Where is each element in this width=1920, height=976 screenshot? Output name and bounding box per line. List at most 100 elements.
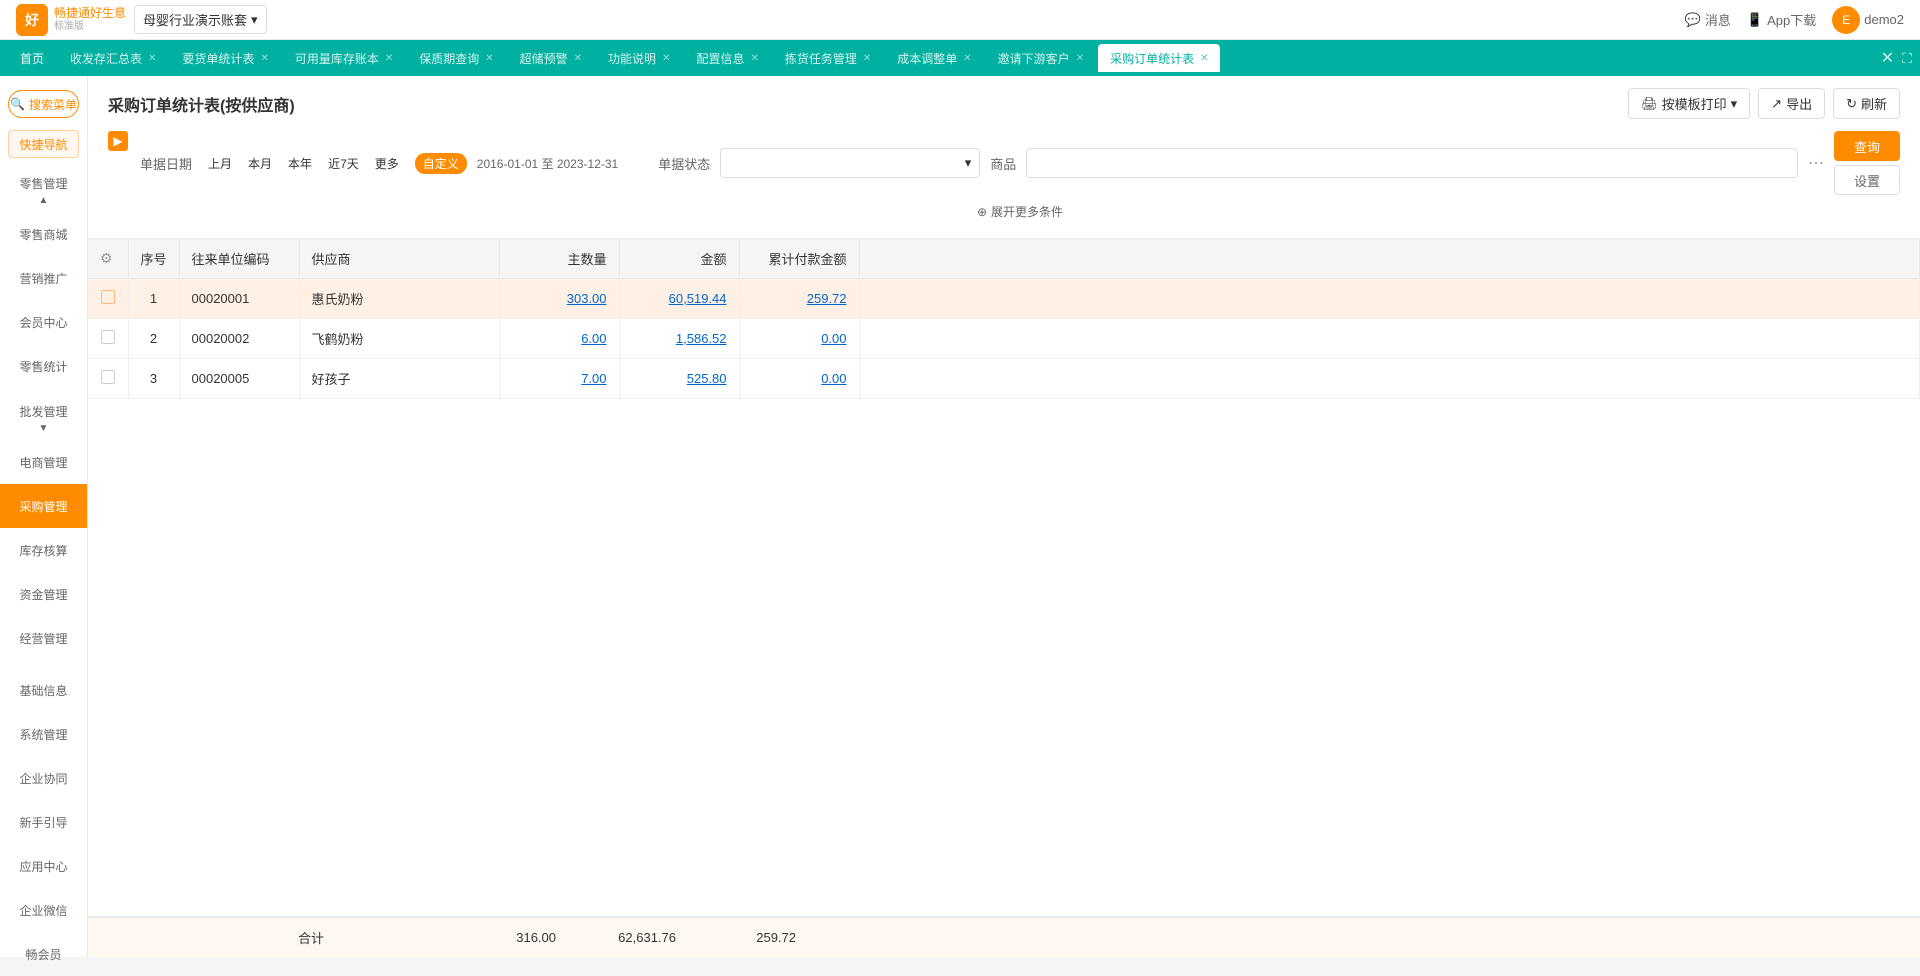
qty-link-3[interactable]: 7.00 bbox=[581, 371, 606, 386]
content-area: 采购订单统计表(按供应商) 🖨 按模板打印 ▾ ↗ 导出 ↻ 刷新 bbox=[88, 76, 1920, 957]
shortcut-7days[interactable]: 近7天 bbox=[322, 153, 365, 174]
export-btn[interactable]: ↗ 导出 bbox=[1758, 88, 1825, 119]
sidebar-item-retail-shop[interactable]: 零售商城 bbox=[0, 212, 87, 256]
expand-more-btn[interactable]: ⊕ 展开更多条件 bbox=[977, 203, 1063, 220]
search-btn[interactable]: 查询 bbox=[1834, 131, 1900, 161]
row-amount-3[interactable]: 525.80 bbox=[619, 359, 739, 399]
filter-toggle-btn[interactable]: ▶ bbox=[108, 131, 128, 151]
shortcut-this-year[interactable]: 本年 bbox=[282, 153, 318, 174]
sidebar-item-enterprise-wechat[interactable]: 企业微信 bbox=[0, 888, 87, 932]
basic-info-label: 基础信息 bbox=[19, 682, 67, 699]
sidebar-item-ecommerce[interactable]: 电商管理 bbox=[0, 440, 87, 484]
tab-purchase-stats[interactable]: 要货单统计表 ✕ bbox=[170, 44, 280, 72]
sidebar-item-finance[interactable]: 资金管理 bbox=[0, 572, 87, 616]
tab-close[interactable]: ✕ bbox=[750, 53, 758, 64]
sidebar-item-purchase[interactable]: 采购管理 bbox=[0, 484, 87, 528]
tab-close[interactable]: ✕ bbox=[260, 53, 268, 64]
tab-config-info[interactable]: 配置信息 ✕ bbox=[684, 44, 770, 72]
sidebar-item-member2[interactable]: 畅会员 bbox=[0, 932, 87, 976]
tab-receive-summary[interactable]: 收发存汇总表 ✕ bbox=[58, 44, 168, 72]
tab-close[interactable]: ✕ bbox=[485, 53, 493, 64]
tab-close[interactable]: ✕ bbox=[662, 53, 670, 64]
row-amount-2[interactable]: 1,586.52 bbox=[619, 319, 739, 359]
refresh-btn[interactable]: ↻ 刷新 bbox=[1833, 88, 1900, 119]
date-custom-tag[interactable]: 自定义 bbox=[415, 153, 467, 174]
message-icon: 💬 bbox=[1685, 12, 1701, 28]
paid-link-1[interactable]: 259.72 bbox=[807, 291, 847, 306]
table-row[interactable]: 2 00020002 飞鹤奶粉 6.00 1,586.52 0.00 bbox=[88, 319, 1920, 359]
row-qty-2[interactable]: 6.00 bbox=[499, 319, 619, 359]
paid-link-3[interactable]: 0.00 bbox=[821, 371, 846, 386]
sidebar-item-operations[interactable]: 经营管理 bbox=[0, 616, 87, 660]
tab-close[interactable]: ✕ bbox=[148, 53, 156, 64]
tab-available-stock[interactable]: 可用量库存账本 ✕ bbox=[283, 44, 405, 72]
tab-close[interactable]: ✕ bbox=[385, 53, 393, 64]
sidebar-item-basic-info[interactable]: 基础信息 bbox=[0, 668, 87, 712]
amount-link-2[interactable]: 1,586.52 bbox=[676, 331, 727, 346]
retail-shop-label: 零售商城 bbox=[19, 226, 67, 243]
store-selector[interactable]: 母婴行业演示账套 ▾ bbox=[134, 5, 267, 34]
tab-close[interactable]: ✕ bbox=[963, 53, 971, 64]
tab-close[interactable]: ✕ bbox=[863, 53, 871, 64]
sidebar-item-member[interactable]: 会员中心 bbox=[0, 300, 87, 344]
print-btn[interactable]: 🖨 按模板打印 ▾ bbox=[1628, 88, 1750, 119]
sidebar-item-newbie[interactable]: 新手引导 bbox=[0, 800, 87, 844]
row-paid-2[interactable]: 0.00 bbox=[739, 319, 859, 359]
row-no-3: 3 bbox=[128, 359, 179, 399]
qty-link-1[interactable]: 303.00 bbox=[567, 291, 607, 306]
settings-btn[interactable]: 设置 bbox=[1834, 165, 1900, 195]
tab-pick-task[interactable]: 拣货任务管理 ✕ bbox=[773, 44, 883, 72]
tab-purchase-order-stats[interactable]: 采购订单统计表 ✕ bbox=[1098, 44, 1220, 72]
sidebar-item-system[interactable]: 系统管理 bbox=[0, 712, 87, 756]
sidebar-item-wholesale[interactable]: 批发管理 ▼ bbox=[0, 396, 87, 440]
table-row[interactable]: 3 00020005 好孩子 7.00 525.80 0.00 bbox=[88, 359, 1920, 399]
user-area[interactable]: E demo2 bbox=[1832, 6, 1904, 34]
nav-expand-btn[interactable]: ⛶ bbox=[1902, 50, 1912, 67]
settings-gear-icon[interactable]: ⚙ bbox=[100, 250, 113, 266]
message-btn[interactable]: 💬 消息 bbox=[1685, 10, 1731, 29]
tab-close[interactable]: ✕ bbox=[574, 53, 582, 64]
tab-expiry-query[interactable]: 保质期查询 ✕ bbox=[407, 44, 505, 72]
quick-nav-btn[interactable]: 快捷导航 bbox=[8, 130, 79, 158]
goods-more-btn[interactable]: ⋯ bbox=[1808, 153, 1824, 173]
row-extra-1 bbox=[859, 279, 1919, 319]
sidebar-item-app-center[interactable]: 应用中心 bbox=[0, 844, 87, 888]
sidebar-item-marketing[interactable]: 营销推广 bbox=[0, 256, 87, 300]
shortcut-this-month[interactable]: 本月 bbox=[242, 153, 278, 174]
search-menu-btn[interactable]: 🔍 搜索菜单 bbox=[8, 90, 79, 118]
row-check-1[interactable] bbox=[88, 279, 128, 319]
paid-link-2[interactable]: 0.00 bbox=[821, 331, 846, 346]
tab-function-desc[interactable]: 功能说明 ✕ bbox=[596, 44, 682, 72]
sidebar-item-retail[interactable]: 零售管理 ▲ bbox=[0, 168, 87, 212]
row-qty-1[interactable]: 303.00 bbox=[499, 279, 619, 319]
tab-home[interactable]: 首页 bbox=[8, 44, 56, 72]
nav-close-all-btn[interactable]: ✕ bbox=[1881, 48, 1894, 68]
row-check-3[interactable] bbox=[88, 359, 128, 399]
date-filter-label: 单据日期 bbox=[140, 154, 192, 173]
row-paid-1[interactable]: 259.72 bbox=[739, 279, 859, 319]
user-name: demo2 bbox=[1864, 12, 1904, 27]
row-paid-3[interactable]: 0.00 bbox=[739, 359, 859, 399]
custom-tag-label: 自定义 bbox=[423, 155, 459, 172]
goods-filter-input[interactable] bbox=[1026, 148, 1798, 178]
row-amount-1[interactable]: 60,519.44 bbox=[619, 279, 739, 319]
table-row[interactable]: 1 00020001 惠氏奶粉 303.00 60,519.44 259.72 bbox=[88, 279, 1920, 319]
tab-invite-downstream[interactable]: 邀请下游客户 ✕ bbox=[986, 44, 1096, 72]
amount-link-3[interactable]: 525.80 bbox=[687, 371, 727, 386]
tab-overstock-warning[interactable]: 超储预警 ✕ bbox=[508, 44, 594, 72]
tab-close[interactable]: ✕ bbox=[1200, 53, 1208, 64]
sidebar-item-retail-stats[interactable]: 零售统计 bbox=[0, 344, 87, 388]
sidebar-item-inventory[interactable]: 库存核算 bbox=[0, 528, 87, 572]
tab-cost-adjust[interactable]: 成本调整单 ✕ bbox=[885, 44, 983, 72]
shortcut-more[interactable]: 更多 bbox=[369, 153, 405, 174]
status-select[interactable]: ▾ bbox=[720, 148, 980, 178]
row-qty-3[interactable]: 7.00 bbox=[499, 359, 619, 399]
sidebar-item-collab[interactable]: 企业协同 bbox=[0, 756, 87, 800]
qty-link-2[interactable]: 6.00 bbox=[581, 331, 606, 346]
amount-link-1[interactable]: 60,519.44 bbox=[669, 291, 727, 306]
app-download-btn[interactable]: 📱 App下载 bbox=[1747, 10, 1816, 29]
row-check-2[interactable] bbox=[88, 319, 128, 359]
tab-close[interactable]: ✕ bbox=[1076, 53, 1084, 64]
col-header-extra bbox=[859, 239, 1919, 279]
shortcut-last-month[interactable]: 上月 bbox=[202, 153, 238, 174]
